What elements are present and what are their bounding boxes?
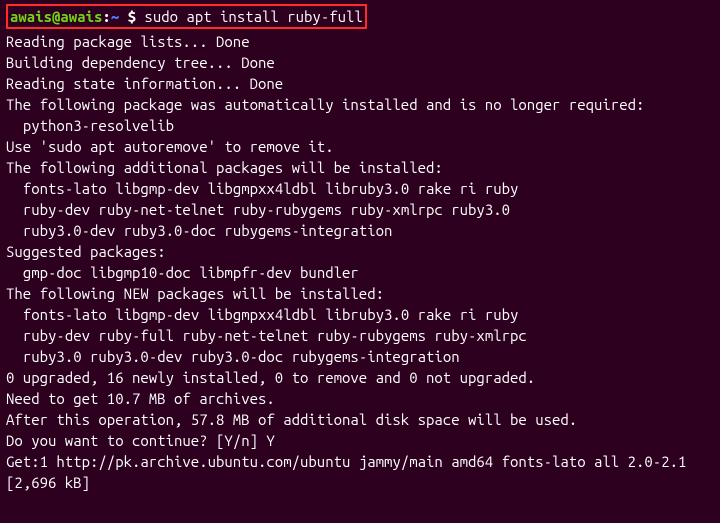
prompt-line: awais@awais:~ $ sudo apt install ruby-fu… [6, 4, 367, 29]
command-input[interactable]: sudo apt install ruby-full [144, 8, 362, 25]
prompt-path: ~ [111, 8, 119, 25]
prompt-sep: : [102, 8, 110, 25]
prompt-user-host: awais@awais [10, 8, 102, 25]
prompt-symbol: $ [119, 8, 144, 25]
terminal-output: Reading package lists... Done Building d… [6, 31, 714, 493]
